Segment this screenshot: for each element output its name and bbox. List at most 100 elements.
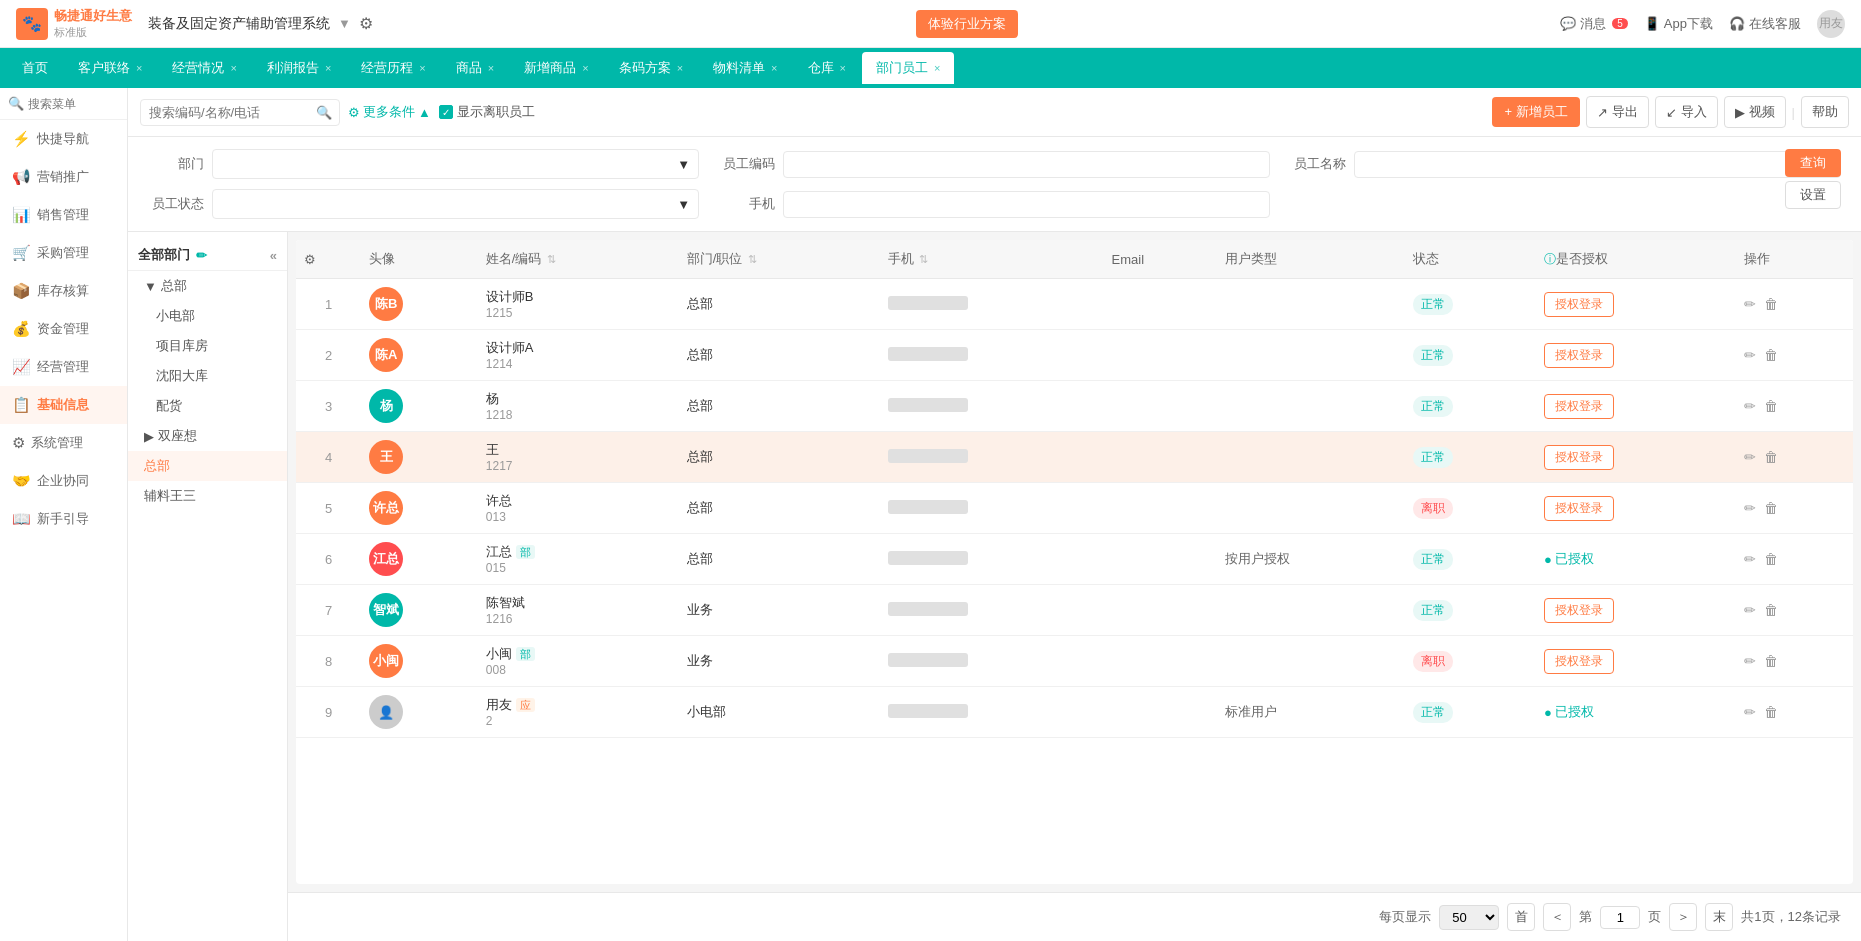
first-page-btn[interactable]: 首 [1507, 903, 1535, 931]
delete-icon[interactable]: 🗑 [1764, 551, 1778, 567]
next-page-btn[interactable]: ＞ [1669, 903, 1697, 931]
phone-input[interactable] [783, 191, 1270, 218]
tab-profit[interactable]: 利润报告× [253, 52, 345, 84]
page-number-input[interactable] [1600, 906, 1640, 929]
add-employee-button[interactable]: + 新增员工 [1492, 97, 1579, 127]
sidebar-item-marketing[interactable]: 📢 营销推广 [0, 158, 127, 196]
sidebar-item-sales[interactable]: 📊 销售管理 [0, 196, 127, 234]
col-settings[interactable]: ⚙ [296, 240, 361, 279]
delete-icon[interactable]: 🗑 [1764, 449, 1778, 465]
tab-history[interactable]: 经营历程× [347, 52, 439, 84]
dept-item-double-think[interactable]: ▶ 双座想 [128, 421, 287, 451]
edit-icon[interactable]: ✏ [1744, 500, 1756, 516]
dept-item-headquarters[interactable]: ▼ 总部 [128, 271, 287, 301]
tab-bom[interactable]: 物料清单× [699, 52, 791, 84]
sidebar-item-inventory[interactable]: 📦 库存核算 [0, 272, 127, 310]
view-button[interactable]: ▶ 视频 [1724, 96, 1786, 128]
delete-icon[interactable]: 🗑 [1764, 296, 1778, 312]
col-phone[interactable]: 手机 ⇅ [880, 240, 1104, 279]
emp-status-select[interactable]: ▼ [212, 189, 699, 219]
edit-icon[interactable]: ✏ [1744, 398, 1756, 414]
edit-icon[interactable]: ✏ [1744, 653, 1756, 669]
dept-item-distribution[interactable]: 配货 [128, 391, 287, 421]
close-icon[interactable]: × [582, 62, 588, 74]
prev-page-btn[interactable]: ＜ [1543, 903, 1571, 931]
last-page-btn[interactable]: 末 [1705, 903, 1733, 931]
tab-home[interactable]: 首页 [8, 52, 62, 84]
help-button[interactable]: 帮助 [1801, 96, 1849, 128]
tab-new-goods[interactable]: 新增商品× [510, 52, 602, 84]
close-icon[interactable]: × [136, 62, 142, 74]
dept-edit-icon[interactable]: ✏ [196, 248, 207, 263]
auth-login-button[interactable]: 授权登录 [1544, 394, 1614, 419]
search-input[interactable] [140, 99, 340, 126]
tab-operations[interactable]: 经营情况× [158, 52, 250, 84]
app-download-btn[interactable]: 📱 App下载 [1644, 15, 1713, 33]
sidebar-item-guide[interactable]: 📖 新手引导 [0, 500, 127, 538]
tab-warehouse[interactable]: 仓库× [794, 52, 860, 84]
setting-button[interactable]: 设置 [1785, 181, 1841, 209]
message-btn[interactable]: 💬 消息 5 [1560, 15, 1628, 33]
delete-icon[interactable]: 🗑 [1764, 398, 1778, 414]
edit-icon[interactable]: ✏ [1744, 296, 1756, 312]
emp-code-input[interactable] [783, 151, 1270, 178]
dept-item-project-warehouse[interactable]: 项目库房 [128, 331, 287, 361]
sidebar-item-operations[interactable]: 📈 经营管理 [0, 348, 127, 386]
tab-barcode[interactable]: 条码方案× [605, 52, 697, 84]
show-resigned-checkbox[interactable]: ✓ 显示离职员工 [439, 103, 535, 121]
dept-item-xiao-electric[interactable]: 小电部 [128, 301, 287, 331]
tab-goods[interactable]: 商品× [442, 52, 508, 84]
dept-item-auxiliary-wang[interactable]: 辅料王三 [128, 481, 287, 511]
settings-config-icon[interactable]: ⚙ [359, 14, 373, 33]
cell-email [1104, 585, 1217, 636]
delete-icon[interactable]: 🗑 [1764, 653, 1778, 669]
auth-login-button[interactable]: 授权登录 [1544, 496, 1614, 521]
more-filter-btn[interactable]: ⚙ 更多条件 ▲ [348, 103, 431, 121]
sidebar-item-basic-info[interactable]: 📋 基础信息 [0, 386, 127, 424]
col-dept[interactable]: 部门/职位 ⇅ [679, 240, 880, 279]
delete-icon[interactable]: 🗑 [1764, 500, 1778, 516]
close-icon[interactable]: × [419, 62, 425, 74]
auth-login-button[interactable]: 授权登录 [1544, 445, 1614, 470]
auth-login-button[interactable]: 授权登录 [1544, 292, 1614, 317]
import-button[interactable]: ↙ 导入 [1655, 96, 1718, 128]
auth-login-button[interactable]: 授权登录 [1544, 598, 1614, 623]
user-avatar-btn[interactable]: 用友 [1817, 10, 1845, 38]
close-icon[interactable]: × [934, 62, 940, 74]
page-size-select[interactable]: 50 20 100 [1439, 905, 1499, 930]
auth-login-button[interactable]: 授权登录 [1544, 649, 1614, 674]
tab-customer[interactable]: 客户联络× [64, 52, 156, 84]
edit-icon[interactable]: ✏ [1744, 551, 1756, 567]
delete-icon[interactable]: 🗑 [1764, 704, 1778, 720]
close-icon[interactable]: × [230, 62, 236, 74]
query-button[interactable]: 查询 [1785, 149, 1841, 177]
emp-name-input[interactable] [1354, 151, 1841, 178]
close-icon[interactable]: × [677, 62, 683, 74]
col-name[interactable]: 姓名/编码 ⇅ [478, 240, 679, 279]
edit-icon[interactable]: ✏ [1744, 449, 1756, 465]
sidebar-item-system[interactable]: ⚙ 系统管理 [0, 424, 127, 462]
dept-select[interactable]: ▼ [212, 149, 699, 179]
close-icon[interactable]: × [488, 62, 494, 74]
sidebar-item-purchase[interactable]: 🛒 采购管理 [0, 234, 127, 272]
tab-department-staff[interactable]: 部门员工× [862, 52, 954, 84]
edit-icon[interactable]: ✏ [1744, 704, 1756, 720]
edit-icon[interactable]: ✏ [1744, 347, 1756, 363]
sidebar-item-finance[interactable]: 💰 资金管理 [0, 310, 127, 348]
delete-icon[interactable]: 🗑 [1764, 602, 1778, 618]
delete-icon[interactable]: 🗑 [1764, 347, 1778, 363]
dept-item-general-hq[interactable]: 总部 [128, 451, 287, 481]
close-icon[interactable]: × [840, 62, 846, 74]
auth-login-button[interactable]: 授权登录 [1544, 343, 1614, 368]
export-button[interactable]: ↗ 导出 [1586, 96, 1649, 128]
sidebar-item-quick-nav[interactable]: ⚡ 快捷导航 [0, 120, 127, 158]
sidebar-item-enterprise[interactable]: 🤝 企业协同 [0, 462, 127, 500]
dept-item-shenyang[interactable]: 沈阳大库 [128, 361, 287, 391]
close-icon[interactable]: × [771, 62, 777, 74]
system-title-arrow[interactable]: ▼ [338, 16, 351, 31]
online-service-btn[interactable]: 🎧 在线客服 [1729, 15, 1801, 33]
close-icon[interactable]: × [325, 62, 331, 74]
edit-icon[interactable]: ✏ [1744, 602, 1756, 618]
collapse-icon[interactable]: « [270, 248, 277, 263]
try-industry-button[interactable]: 体验行业方案 [916, 10, 1018, 38]
